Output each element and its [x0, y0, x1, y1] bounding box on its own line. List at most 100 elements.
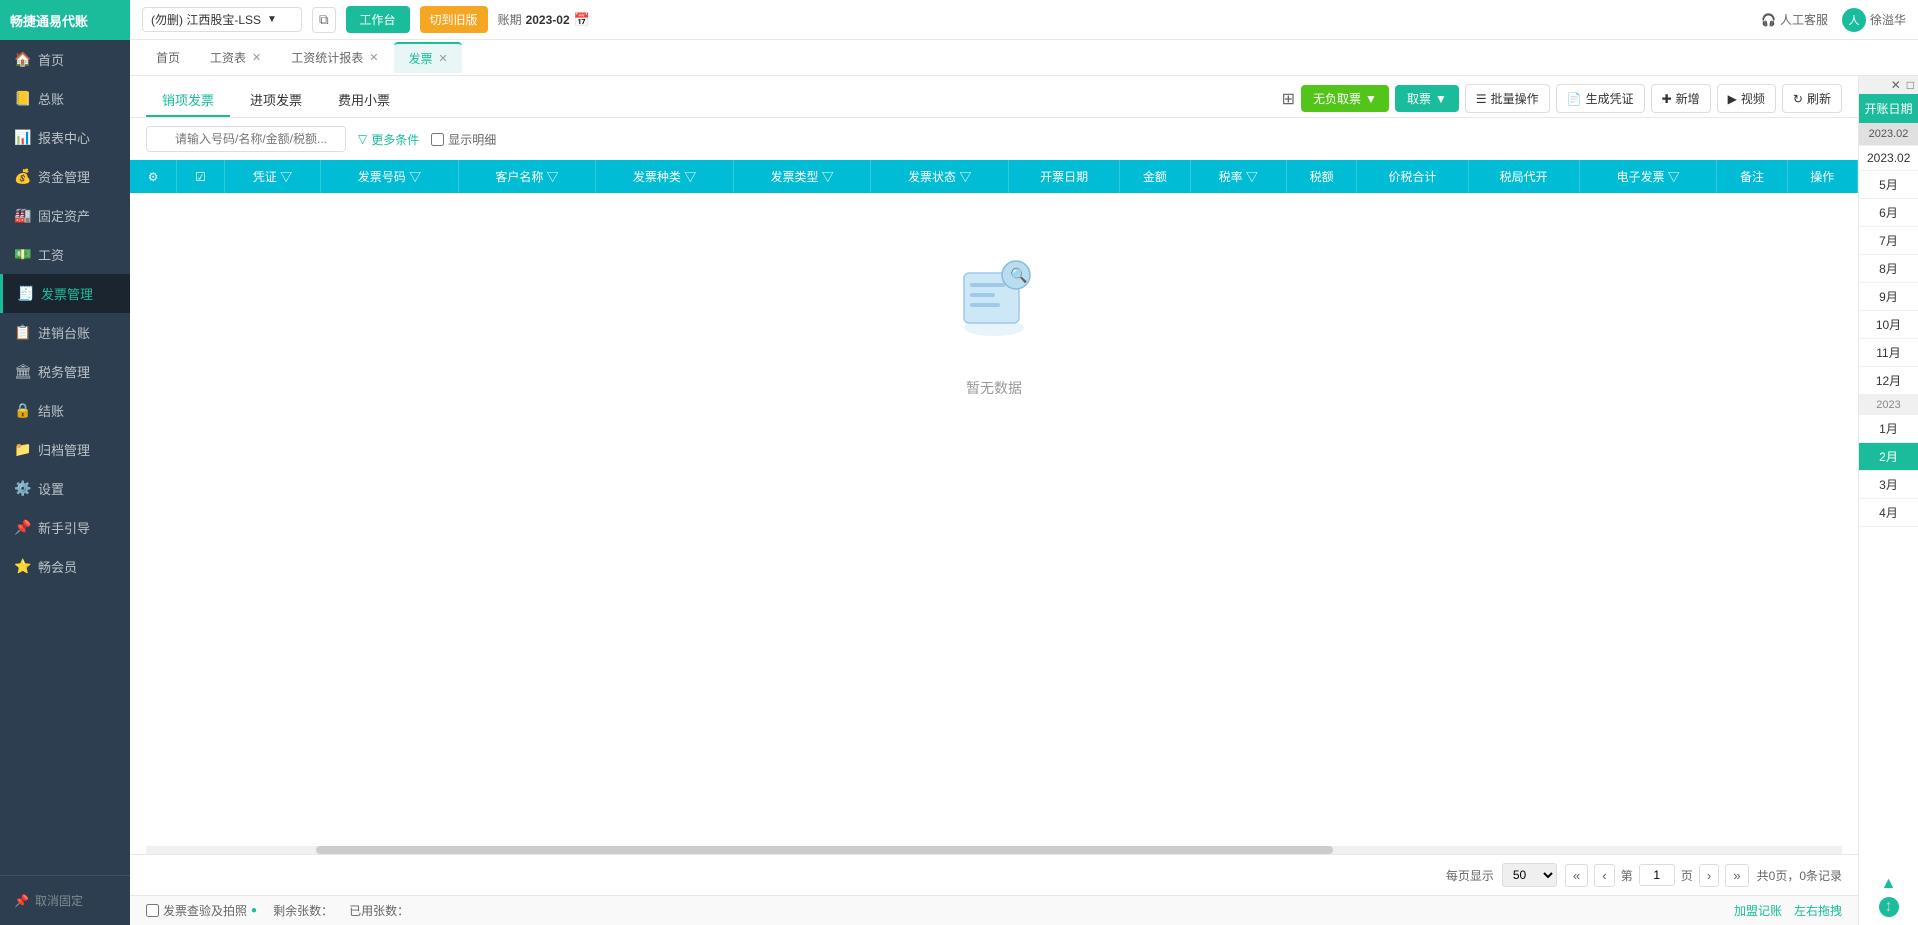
batch-ops-button[interactable]: ☰ 批量操作 — [1465, 84, 1550, 113]
date-item-12[interactable]: 12月 — [1859, 367, 1918, 395]
sidebar-item-sales[interactable]: 📋 进销台账 — [0, 313, 130, 352]
sidebar-item-reports[interactable]: 📊 报表中心 — [0, 118, 130, 157]
more-conditions-button[interactable]: ▽ 更多条件 — [358, 131, 419, 148]
date-item-mar[interactable]: 3月 — [1859, 471, 1918, 499]
tab-invoice[interactable]: 发票 ✕ — [394, 42, 461, 73]
scroll-up-icon[interactable]: ▲ — [1881, 875, 1897, 893]
page-number-input[interactable] — [1639, 864, 1675, 886]
date-panel-close-icon[interactable]: ✕ — [1891, 78, 1901, 92]
tab-salary-stats[interactable]: 工资统计报表 ✕ — [277, 43, 392, 72]
sidebar-item-tax[interactable]: 🏛 税务管理 — [0, 352, 130, 391]
sidebar-item-closing[interactable]: 🔒 结账 — [0, 391, 130, 430]
user-profile[interactable]: 人 徐溢华 — [1842, 8, 1906, 32]
ticket-dropdown-icon: ▼ — [1435, 92, 1447, 106]
sidebar-item-home[interactable]: 🏠 首页 — [0, 40, 130, 79]
search-wrap: 🔍 — [146, 126, 346, 152]
col-invoice-type[interactable]: 发票种类 ▽ — [596, 160, 734, 193]
join-link[interactable]: 加盟记账 — [1734, 902, 1782, 919]
date-item-10[interactable]: 10月 — [1859, 311, 1918, 339]
generate-voucher-button[interactable]: 📄 生成凭证 — [1556, 84, 1645, 113]
left-right-link[interactable]: 左右拖拽 — [1794, 902, 1842, 919]
col-customer[interactable]: 客户名称 ▽ — [458, 160, 596, 193]
col-amount[interactable]: 金额 — [1120, 160, 1190, 193]
open-period-button[interactable]: 开账日期 — [1859, 94, 1918, 123]
sidebar-item-archive[interactable]: 📁 归档管理 — [0, 430, 130, 469]
next-page-button[interactable]: › — [1699, 864, 1719, 887]
col-tax-rate[interactable]: 税率 ▽ — [1190, 160, 1286, 193]
col-invoice-category[interactable]: 发票类型 ▽ — [733, 160, 871, 193]
sidebar-bottom[interactable]: 📌 取消固定 — [0, 875, 130, 925]
new-button[interactable]: ✚ 新增 — [1651, 84, 1711, 113]
sub-tab-expense-receipt[interactable]: 费用小票 — [322, 84, 406, 117]
tab-salary[interactable]: 工资表 ✕ — [196, 43, 275, 72]
col-check[interactable]: ☑ — [177, 160, 225, 193]
date-panel-max-icon[interactable]: □ — [1907, 78, 1914, 92]
col-issue-date[interactable]: 开票日期 — [1008, 160, 1119, 193]
scrollbar-area[interactable] — [146, 846, 1842, 854]
date-item-5[interactable]: 5月 — [1859, 171, 1918, 199]
sidebar-item-member[interactable]: ⭐ 畅会员 — [0, 547, 130, 586]
search-input[interactable] — [146, 126, 346, 152]
last-page-button[interactable]: » — [1725, 864, 1748, 887]
date-item-7[interactable]: 7月 — [1859, 227, 1918, 255]
period-display: 账期 2023-02 📅 — [498, 11, 590, 28]
page-size-select[interactable]: 50 10 20 100 — [1502, 863, 1557, 887]
col-tax-amount[interactable]: 税额 — [1286, 160, 1356, 193]
refresh-icon: ↻ — [1793, 92, 1803, 106]
sidebar-item-funds[interactable]: 💰 资金管理 — [0, 157, 130, 196]
no-ticket-button[interactable]: 无负取票 ▼ — [1301, 85, 1389, 112]
close-salary-stats-tab[interactable]: ✕ — [369, 51, 378, 64]
copy-button[interactable]: ⧉ — [312, 7, 336, 33]
sidebar-item-assets[interactable]: 🏭 固定资产 — [0, 196, 130, 235]
prev-page-button[interactable]: ‹ — [1594, 864, 1614, 887]
sub-tab-sales-invoice[interactable]: 销项发票 — [146, 84, 230, 117]
date-item-2023-02[interactable]: 2023.02 — [1859, 146, 1918, 171]
date-item-feb-active[interactable]: 2月 — [1859, 443, 1918, 471]
date-item-jan[interactable]: 1月 — [1859, 415, 1918, 443]
sidebar-item-settings[interactable]: ⚙️ 设置 — [0, 469, 130, 508]
col-total[interactable]: 价税合计 — [1357, 160, 1468, 193]
scroll-down-icon[interactable]: ↕ — [1879, 897, 1899, 917]
grid-icon[interactable]: ⊞ — [1282, 89, 1295, 109]
col-voucher[interactable]: 凭证 ▽ — [224, 160, 320, 193]
sales-icon: 📋 — [14, 324, 30, 341]
filter-bar: 🔍 ▽ 更多条件 显示明细 — [130, 118, 1858, 160]
first-page-button[interactable]: « — [1565, 864, 1588, 887]
date-item-6[interactable]: 6月 — [1859, 199, 1918, 227]
date-item-2023-02-header[interactable]: 2023.02 — [1859, 123, 1918, 146]
page-label: 第 — [1621, 867, 1633, 884]
verify-checkbox[interactable] — [146, 904, 159, 917]
col-remark[interactable]: 备注 — [1717, 160, 1787, 193]
sidebar-item-invoice[interactable]: 🧾 发票管理 — [0, 274, 130, 313]
col-invoice-no[interactable]: 发票号码 ▽ — [321, 160, 459, 193]
col-invoice-status[interactable]: 发票状态 ▽ — [871, 160, 1009, 193]
workbench-button[interactable]: 工作台 — [346, 6, 410, 33]
ticket-button[interactable]: 取票 ▼ — [1395, 85, 1459, 112]
col-electronic[interactable]: 电子发票 ▽ — [1579, 160, 1717, 193]
date-item-apr[interactable]: 4月 — [1859, 499, 1918, 527]
date-item-8[interactable]: 8月 — [1859, 255, 1918, 283]
col-tax-bureau[interactable]: 税局代开 — [1468, 160, 1579, 193]
show-detail-checkbox[interactable] — [431, 133, 444, 146]
tab-home[interactable]: 首页 — [142, 43, 194, 72]
sub-tab-purchase-invoice[interactable]: 进项发票 — [234, 84, 318, 117]
switch-version-button[interactable]: 切到旧版 — [420, 6, 488, 33]
sidebar-item-guide[interactable]: 📌 新手引导 — [0, 508, 130, 547]
table-footer: 每页显示 50 10 20 100 « ‹ 第 页 › » 共0页，0条记录 — [130, 854, 1858, 895]
show-detail-checkbox-label[interactable]: 显示明细 — [431, 131, 496, 148]
sidebar-item-salary[interactable]: 💵 工资 — [0, 235, 130, 274]
refresh-button[interactable]: ↻ 刷新 — [1782, 84, 1842, 113]
verify-checkbox-label[interactable]: 发票查验及拍照 ● — [146, 902, 257, 919]
close-invoice-tab[interactable]: ✕ — [439, 52, 448, 65]
col-action[interactable]: 操作 — [1787, 160, 1857, 193]
video-button[interactable]: ▶ 视频 — [1717, 84, 1776, 113]
col-settings[interactable]: ⚙ — [130, 160, 177, 193]
sidebar-item-ledger[interactable]: 📒 总账 — [0, 79, 130, 118]
close-salary-tab[interactable]: ✕ — [252, 51, 261, 64]
scrollbar-thumb[interactable] — [316, 846, 1334, 854]
customer-service[interactable]: 🎧 人工客服 — [1761, 11, 1828, 28]
company-selector[interactable]: (勿删) 江西股宝-LSS ▼ — [142, 7, 302, 32]
svg-text:🔍: 🔍 — [1010, 266, 1027, 284]
date-item-11[interactable]: 11月 — [1859, 339, 1918, 367]
date-item-9[interactable]: 9月 — [1859, 283, 1918, 311]
